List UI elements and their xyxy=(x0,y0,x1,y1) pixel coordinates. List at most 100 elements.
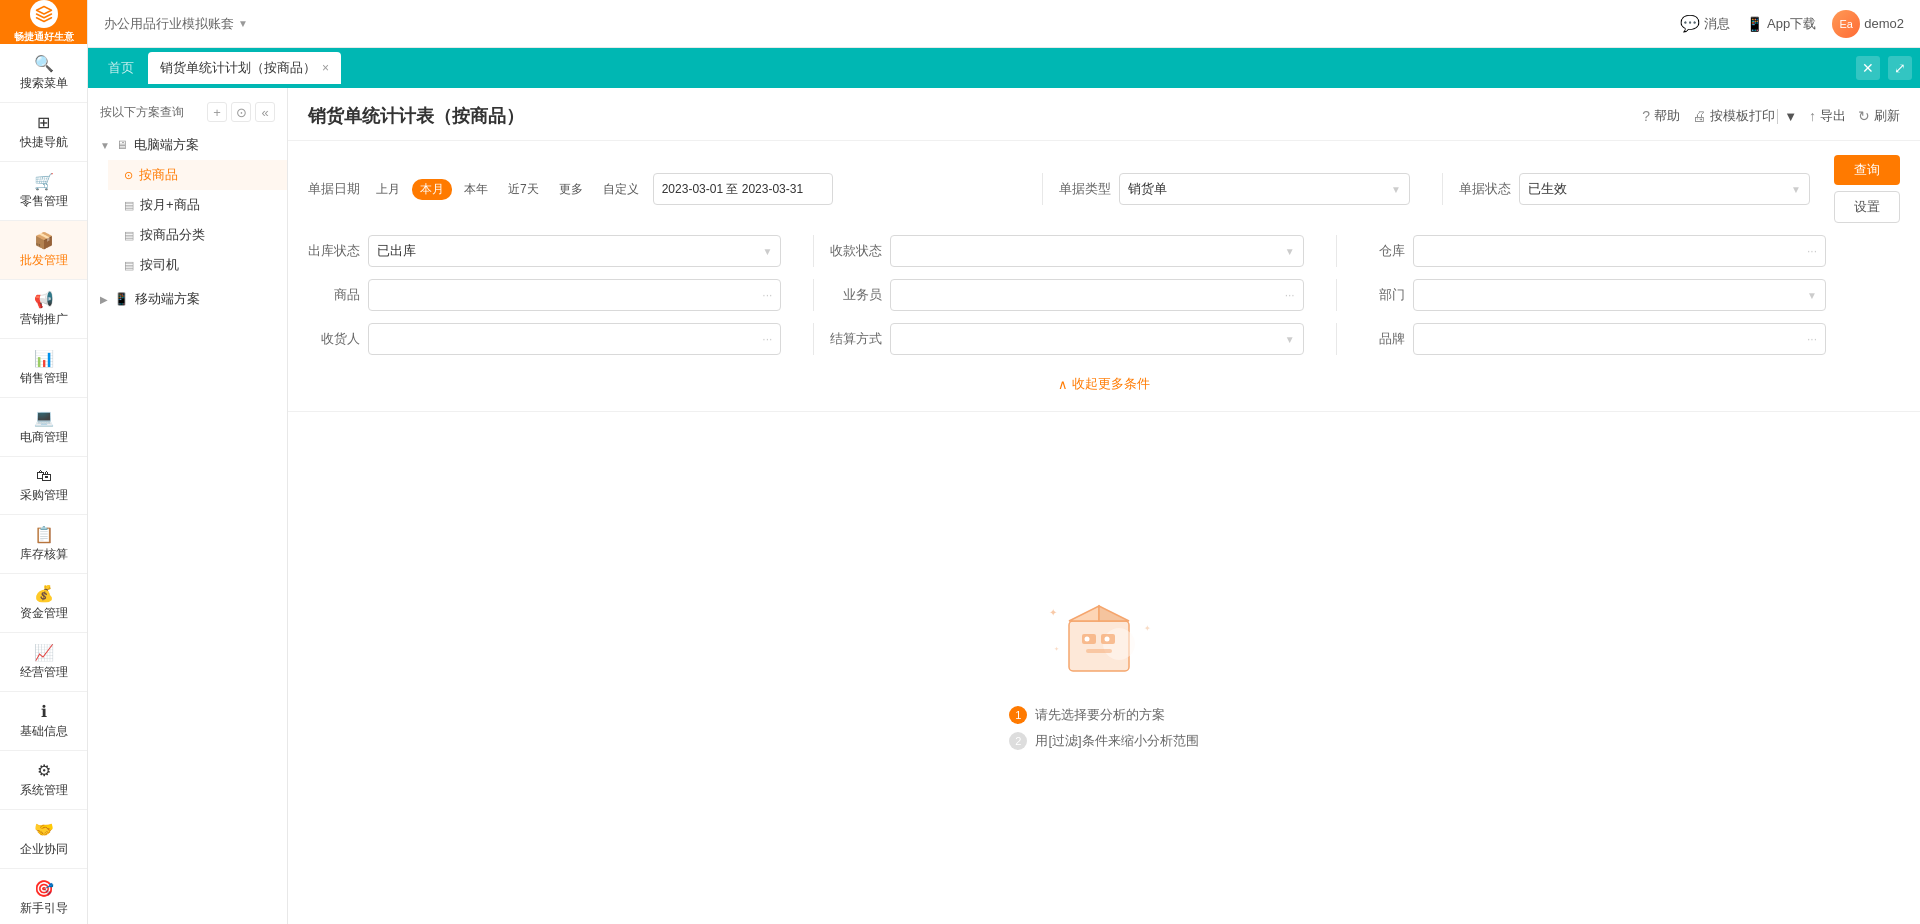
date-prev-month-btn[interactable]: 上月 xyxy=(368,179,408,200)
date-custom-btn[interactable]: 自定义 xyxy=(595,179,647,200)
logo-icon xyxy=(30,0,58,28)
desktop-group-title[interactable]: ▼ 🖥 电脑端方案 xyxy=(88,130,287,160)
settlement-selector[interactable]: ▼ xyxy=(890,323,1303,355)
add-icon: + xyxy=(213,105,221,120)
content-area: 按以下方案查询 + ⊙ « ▼ 🖥 xyxy=(88,88,1920,924)
date-this-month-btn[interactable]: 本月 xyxy=(412,179,452,200)
sidebar-item-sales[interactable]: 📊 销售管理 xyxy=(0,339,87,398)
date-filter-item: 单据日期 上月 本月 本年 近7天 更多 自定义 2023- xyxy=(308,173,1010,205)
refresh-btn[interactable]: ↻ 刷新 xyxy=(1858,107,1900,125)
department-selector[interactable]: ▼ xyxy=(1413,279,1826,311)
left-panel-title: 按以下方案查询 + ⊙ « xyxy=(88,98,287,130)
marketing-icon: 📢 xyxy=(4,290,83,309)
warehouse-status-selector[interactable]: 已出库 ▼ xyxy=(368,235,781,267)
salesperson-selector[interactable]: ··· xyxy=(890,279,1303,311)
date-7days-btn[interactable]: 近7天 xyxy=(500,179,547,200)
goods-selector[interactable]: ··· xyxy=(368,279,781,311)
doc-status-selector[interactable]: 已生效 ▼ xyxy=(1519,173,1810,205)
brand-selector[interactable]: ··· xyxy=(1413,323,1826,355)
doc-type-selector[interactable]: 销货单 ▼ xyxy=(1119,173,1410,205)
warehouse-selector[interactable]: ··· xyxy=(1413,235,1826,267)
app-download-btn[interactable]: 📱 App下载 xyxy=(1746,15,1816,33)
export-label: 导出 xyxy=(1820,107,1846,125)
sidebar-item-operations-label: 经营管理 xyxy=(20,665,68,679)
empty-hint-2: 2 用[过滤]条件来缩小分析范围 xyxy=(1009,732,1198,750)
schema-item-by-product[interactable]: ⊙ 按商品 xyxy=(108,160,287,190)
svg-text:✦: ✦ xyxy=(1049,607,1057,618)
schema-item-by-category[interactable]: ▤ 按商品分类 xyxy=(108,220,287,250)
collapse-panel-btn[interactable]: « xyxy=(255,102,275,122)
schema-item-by-month-product[interactable]: ▤ 按月+商品 xyxy=(108,190,287,220)
sidebar-item-system[interactable]: ⚙ 系统管理 xyxy=(0,751,87,810)
mobile-arrow-icon: ▶ xyxy=(100,294,108,305)
sidebar-item-marketing[interactable]: 📢 营销推广 xyxy=(0,280,87,339)
desktop-arrow-icon: ▼ xyxy=(100,140,110,151)
refresh-icon: ↻ xyxy=(1858,108,1870,124)
date-range-input[interactable]: 2023-03-01 至 2023-03-31 xyxy=(653,173,833,205)
doc-status-label: 单据状态 xyxy=(1459,180,1511,198)
sidebar-item-inventory[interactable]: 📋 库存核算 xyxy=(0,515,87,574)
warehouse-more-icon: ··· xyxy=(1807,244,1817,258)
hint-num-1: 1 xyxy=(1009,706,1027,724)
date-this-year-btn[interactable]: 本年 xyxy=(456,179,496,200)
payment-status-selector[interactable]: ▼ xyxy=(890,235,1303,267)
query-btn[interactable]: 查询 xyxy=(1834,155,1900,185)
by-month-product-label: 按月+商品 xyxy=(140,196,200,214)
header-right: 💬 消息 📱 App下载 Ea demo2 xyxy=(1680,10,1904,38)
sidebar-item-retail[interactable]: 🛒 零售管理 xyxy=(0,162,87,221)
settings-btn[interactable]: 设置 xyxy=(1834,191,1900,223)
recipient-selector[interactable]: ··· xyxy=(368,323,781,355)
sidebar-item-operations[interactable]: 📈 经营管理 xyxy=(0,633,87,692)
empty-hints: 1 请先选择要分析的方案 2 用[过滤]条件来缩小分析范围 xyxy=(1009,706,1198,750)
add-schema-btn[interactable]: + xyxy=(207,102,227,122)
divider-3 xyxy=(813,235,814,267)
date-more-btn[interactable]: 更多 xyxy=(551,179,591,200)
sidebar-item-finance-label: 资金管理 xyxy=(20,606,68,620)
sidebar-item-search[interactable]: 🔍 搜索菜单 xyxy=(0,44,87,103)
sidebar-item-collab[interactable]: 🤝 企业协同 xyxy=(0,810,87,869)
brand-more-icon: ··· xyxy=(1807,332,1817,346)
sidebar-item-quicknav-label: 快捷导航 xyxy=(20,135,68,149)
tab-home[interactable]: 首页 xyxy=(96,52,146,84)
sidebar-item-wholesale[interactable]: 📦 批发管理 xyxy=(0,221,87,280)
divider-6 xyxy=(1336,279,1337,311)
desktop-schema-group: ▼ 🖥 电脑端方案 ⊙ 按商品 ▤ 按月+商品 ▤ 按商品分类 xyxy=(88,130,287,280)
avatar: Ea xyxy=(1832,10,1860,38)
page-title-bar: 销货单统计计表（按商品） ? 帮助 🖨 按模板打印 ▼ ↑ xyxy=(288,88,1920,141)
guide-icon: 🎯 xyxy=(4,879,83,898)
print-dropdown-arrow[interactable]: ▼ xyxy=(1777,109,1797,124)
mobile-group-title[interactable]: ▶ 📱 移动端方案 xyxy=(88,284,287,314)
sidebar-item-basic[interactable]: ℹ 基础信息 xyxy=(0,692,87,751)
tab-sales-stats[interactable]: 销货单统计计划（按商品） × xyxy=(148,52,341,84)
by-product-icon: ⊙ xyxy=(124,169,133,182)
divider-7 xyxy=(813,323,814,355)
logo[interactable]: 畅捷通好生意 xyxy=(0,0,87,44)
basic-icon: ℹ xyxy=(4,702,83,721)
goods-filter-item: 商品 ··· xyxy=(308,279,781,311)
by-category-label: 按商品分类 xyxy=(140,226,205,244)
schema-settings-btn[interactable]: ⊙ xyxy=(231,102,251,122)
help-btn[interactable]: ? 帮助 xyxy=(1642,107,1680,125)
collapse-filter-btn[interactable]: ∧ 收起更多条件 xyxy=(308,367,1900,397)
tab-close-btn[interactable]: × xyxy=(322,61,329,75)
doc-status-arrow-icon: ▼ xyxy=(1791,184,1801,195)
sidebar-item-finance[interactable]: 💰 资金管理 xyxy=(0,574,87,633)
export-btn[interactable]: ↑ 导出 xyxy=(1809,107,1846,125)
tab-close-window-btn[interactable]: ✕ xyxy=(1856,56,1880,80)
message-btn[interactable]: 💬 消息 xyxy=(1680,14,1730,33)
warehouse-filter-item: 仓库 ··· xyxy=(1353,235,1826,267)
tab-maximize-btn[interactable]: ⤢ xyxy=(1888,56,1912,80)
industry-selector[interactable]: 办公用品行业模拟账套 ▼ xyxy=(104,15,248,33)
schema-item-by-driver[interactable]: ▤ 按司机 xyxy=(108,250,287,280)
print-btn[interactable]: 🖨 按模板打印 ▼ xyxy=(1692,107,1797,125)
user-profile[interactable]: Ea demo2 xyxy=(1832,10,1904,38)
purchase-icon: 🛍 xyxy=(4,467,83,485)
sidebar-item-ecommerce[interactable]: 💻 电商管理 xyxy=(0,398,87,457)
svg-point-4 xyxy=(1085,637,1090,642)
brand-filter-item: 品牌 ··· xyxy=(1353,323,1826,355)
sidebar-item-quicknav[interactable]: ⊞ 快捷导航 xyxy=(0,103,87,162)
page-title: 销货单统计计表（按商品） xyxy=(308,104,524,128)
sidebar-item-system-label: 系统管理 xyxy=(20,783,68,797)
sidebar-item-purchase[interactable]: 🛍 采购管理 xyxy=(0,457,87,515)
sidebar-item-guide[interactable]: 🎯 新手引导 xyxy=(0,869,87,924)
